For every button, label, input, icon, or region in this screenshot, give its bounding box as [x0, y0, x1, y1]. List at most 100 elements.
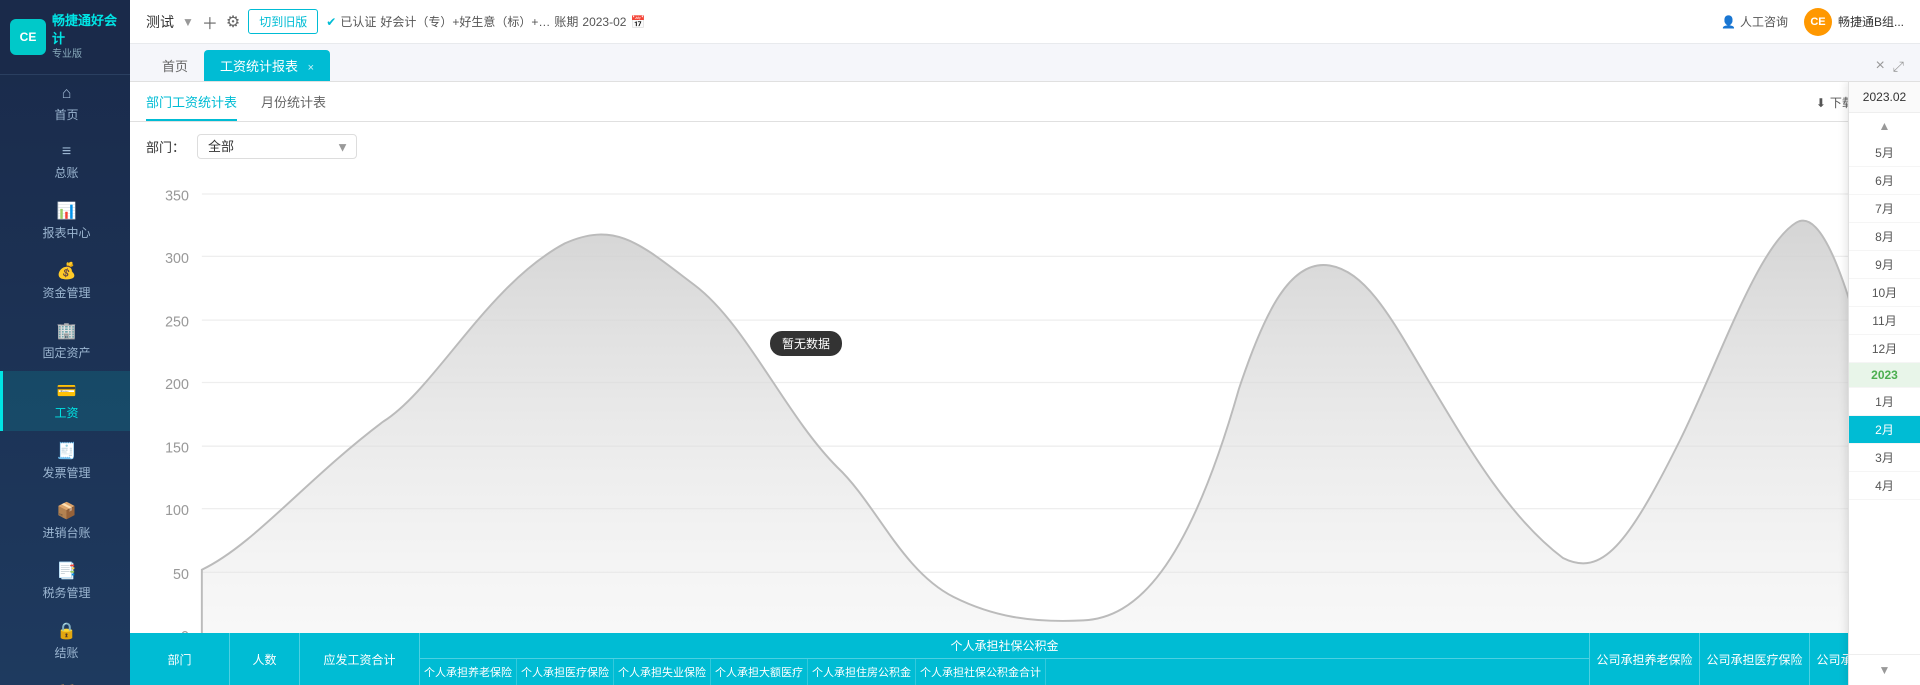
user-menu[interactable]: CE 畅捷通B组...	[1804, 8, 1904, 36]
sidebar-item-report[interactable]: 📊 报表中心	[0, 191, 130, 251]
period-label: 账期	[554, 13, 578, 30]
th-personal-pension: 个人承担养老保险	[420, 659, 517, 685]
date-panel-header: 2023.02	[1849, 82, 1920, 113]
main-content: 测试 ▼ ＋ ⚙ 切到旧版 ✔ 已认证 好会计（专）+好生意（标）+… 账期 2…	[130, 0, 1920, 685]
th-personal-total: 个人承担社保公积金合计	[916, 659, 1046, 685]
th-company-pension: 公司承担养老保险	[1590, 633, 1700, 685]
sidebar-item-archive[interactable]: 📁 归档管理	[0, 671, 130, 685]
close-books-icon: 🔒	[57, 621, 77, 641]
user-avatar: CE	[1804, 8, 1832, 36]
svg-text:300: 300	[165, 251, 189, 267]
tabbar: 首页 工资统计报表 × × ⤢	[130, 44, 1920, 82]
date-item-feb-active[interactable]: 2月	[1849, 416, 1920, 444]
ledger-icon: ≡	[62, 143, 71, 161]
fund-icon: 💰	[57, 261, 77, 281]
th-personal-large-medical: 个人承担大额医疗	[711, 659, 808, 685]
date-item-jan[interactable]: 1月	[1849, 388, 1920, 416]
sidebar-item-purchase[interactable]: 📦 进销台账	[0, 491, 130, 551]
date-item-year-2023: 2023	[1849, 363, 1920, 388]
company-dropdown-icon[interactable]: ▼	[182, 15, 194, 29]
archive-icon: 📁	[57, 681, 77, 685]
date-item-aug[interactable]: 8月	[1849, 223, 1920, 251]
date-item-dec[interactable]: 12月	[1849, 335, 1920, 363]
table-header: 部门 人数 应发工资合计 个人承担社保公积金 个人承担养老保险 个人承担医疗保险	[130, 633, 1920, 685]
calendar-icon[interactable]: 📅	[630, 15, 645, 29]
sidebar-item-asset[interactable]: 🏢 固定资产	[0, 311, 130, 371]
date-item-nov[interactable]: 11月	[1849, 307, 1920, 335]
verified-icon: ✔	[326, 15, 336, 29]
date-item-jul[interactable]: 7月	[1849, 195, 1920, 223]
topbar-right: 👤 人工咨询 CE 畅捷通B组...	[1721, 8, 1904, 36]
subtabs: 部门工资统计表 月份统计表 ⬇ 下载 ↻ 刷新	[130, 82, 1920, 122]
date-picker-panel: 2023.02 ▲ 5月 6月 7月 8月 9月 10月 11月 12月 202…	[1848, 82, 1920, 685]
asset-icon: 🏢	[57, 321, 77, 341]
payroll-icon: 💳	[57, 381, 77, 401]
sidebar-item-ledger[interactable]: ≡ 总账	[0, 133, 130, 191]
svg-text:350: 350	[165, 188, 189, 204]
logo-icon: CE	[10, 19, 46, 55]
tab-home[interactable]: 首页	[146, 50, 204, 81]
svg-text:50: 50	[173, 567, 189, 583]
sidebar-item-home[interactable]: ⌂ 首页	[0, 75, 130, 133]
date-items: 5月 6月 7月 8月 9月 10月 11月 12月 2023 1月 2月 3月…	[1849, 139, 1920, 654]
svg-text:100: 100	[165, 503, 189, 519]
th-group-cells: 个人承担养老保险 个人承担医疗保险 个人承担失业保险 个人承担大额医疗 个人承担…	[420, 659, 1589, 685]
topbar: 测试 ▼ ＋ ⚙ 切到旧版 ✔ 已认证 好会计（专）+好生意（标）+… 账期 2…	[130, 0, 1920, 44]
purchase-icon: 📦	[57, 501, 77, 521]
payroll-chart: 350 300 250 200 150 100 50 0	[150, 181, 1900, 675]
tax-icon: 📑	[57, 561, 77, 581]
switch-version-button[interactable]: 切到旧版	[248, 9, 318, 34]
sidebar-item-tax[interactable]: 📑 税务管理	[0, 551, 130, 611]
th-group-header-personal: 个人承担社保公积金	[420, 633, 1589, 659]
company-name: 测试	[146, 12, 174, 32]
consult-icon: 👤	[1721, 15, 1736, 29]
date-item-sep[interactable]: 9月	[1849, 251, 1920, 279]
date-panel-nav: ▲	[1849, 113, 1920, 139]
th-personal-housing: 个人承担住房公积金	[808, 659, 916, 685]
sidebar-item-payroll[interactable]: 💳 工资	[0, 371, 130, 431]
th-headcount: 人数	[230, 633, 300, 685]
settings-button[interactable]: ⚙	[226, 12, 240, 32]
invoice-icon: 🧾	[57, 441, 77, 461]
th-personal-unemployment: 个人承担失业保险	[614, 659, 711, 685]
consult-button[interactable]: 👤 人工咨询	[1721, 13, 1788, 30]
date-item-jun[interactable]: 6月	[1849, 167, 1920, 195]
download-icon: ⬇	[1816, 96, 1826, 110]
logo-text: 畅捷通好会计 专业版	[52, 12, 120, 62]
svg-text:250: 250	[165, 315, 189, 331]
date-prev-button[interactable]: ▲	[1873, 117, 1897, 135]
tab-payroll-report[interactable]: 工资统计报表 ×	[204, 50, 330, 81]
subtab-department[interactable]: 部门工资统计表	[146, 92, 237, 121]
tab-close-icon[interactable]: ×	[308, 62, 314, 74]
expand-panel-icon[interactable]: ⤢	[1893, 58, 1904, 75]
department-filter-label: 部门：	[146, 137, 185, 156]
close-panel-icon[interactable]: ×	[1875, 57, 1884, 75]
department-select[interactable]: 全部	[197, 134, 357, 159]
sidebar: CE 畅捷通好会计 专业版 ⌂ 首页 ≡ 总账 📊 报表中心 💰 资金管理 🏢 …	[0, 0, 130, 685]
department-select-wrapper: 全部 ▼	[197, 134, 357, 159]
date-panel-footer: ▼	[1849, 654, 1920, 685]
subtab-monthly[interactable]: 月份统计表	[261, 92, 326, 121]
date-next-button[interactable]: ▼	[1873, 661, 1897, 679]
date-item-may[interactable]: 5月	[1849, 139, 1920, 167]
sidebar-nav: ⌂ 首页 ≡ 总账 📊 报表中心 💰 资金管理 🏢 固定资产 💳 工资 🧾 发票…	[0, 75, 130, 685]
home-icon: ⌂	[62, 85, 72, 103]
date-item-apr[interactable]: 4月	[1849, 472, 1920, 500]
th-company-medical: 公司承担医疗保险	[1700, 633, 1810, 685]
topbar-tags: ✔ 已认证 好会计（专）+好生意（标）+… 账期 2023-02 📅	[326, 13, 645, 30]
filter-bar: 部门： 全部 ▼	[130, 122, 1920, 171]
add-button[interactable]: ＋	[202, 10, 218, 34]
user-name: 畅捷通B组...	[1838, 13, 1904, 30]
sidebar-item-fund[interactable]: 💰 资金管理	[0, 251, 130, 311]
period-value: 2023-02	[582, 15, 626, 29]
th-personal-medical: 个人承担医疗保险	[517, 659, 614, 685]
th-total-salary: 应发工资合计	[300, 633, 420, 685]
date-item-oct[interactable]: 10月	[1849, 279, 1920, 307]
verified-label: 已认证	[340, 13, 376, 30]
svg-text:200: 200	[165, 377, 189, 393]
th-department: 部门	[130, 633, 230, 685]
sidebar-item-invoice[interactable]: 🧾 发票管理	[0, 431, 130, 491]
sidebar-item-close[interactable]: 🔒 结账	[0, 611, 130, 671]
date-item-mar[interactable]: 3月	[1849, 444, 1920, 472]
chart-area: 350 300 250 200 150 100 50 0	[130, 171, 1920, 685]
